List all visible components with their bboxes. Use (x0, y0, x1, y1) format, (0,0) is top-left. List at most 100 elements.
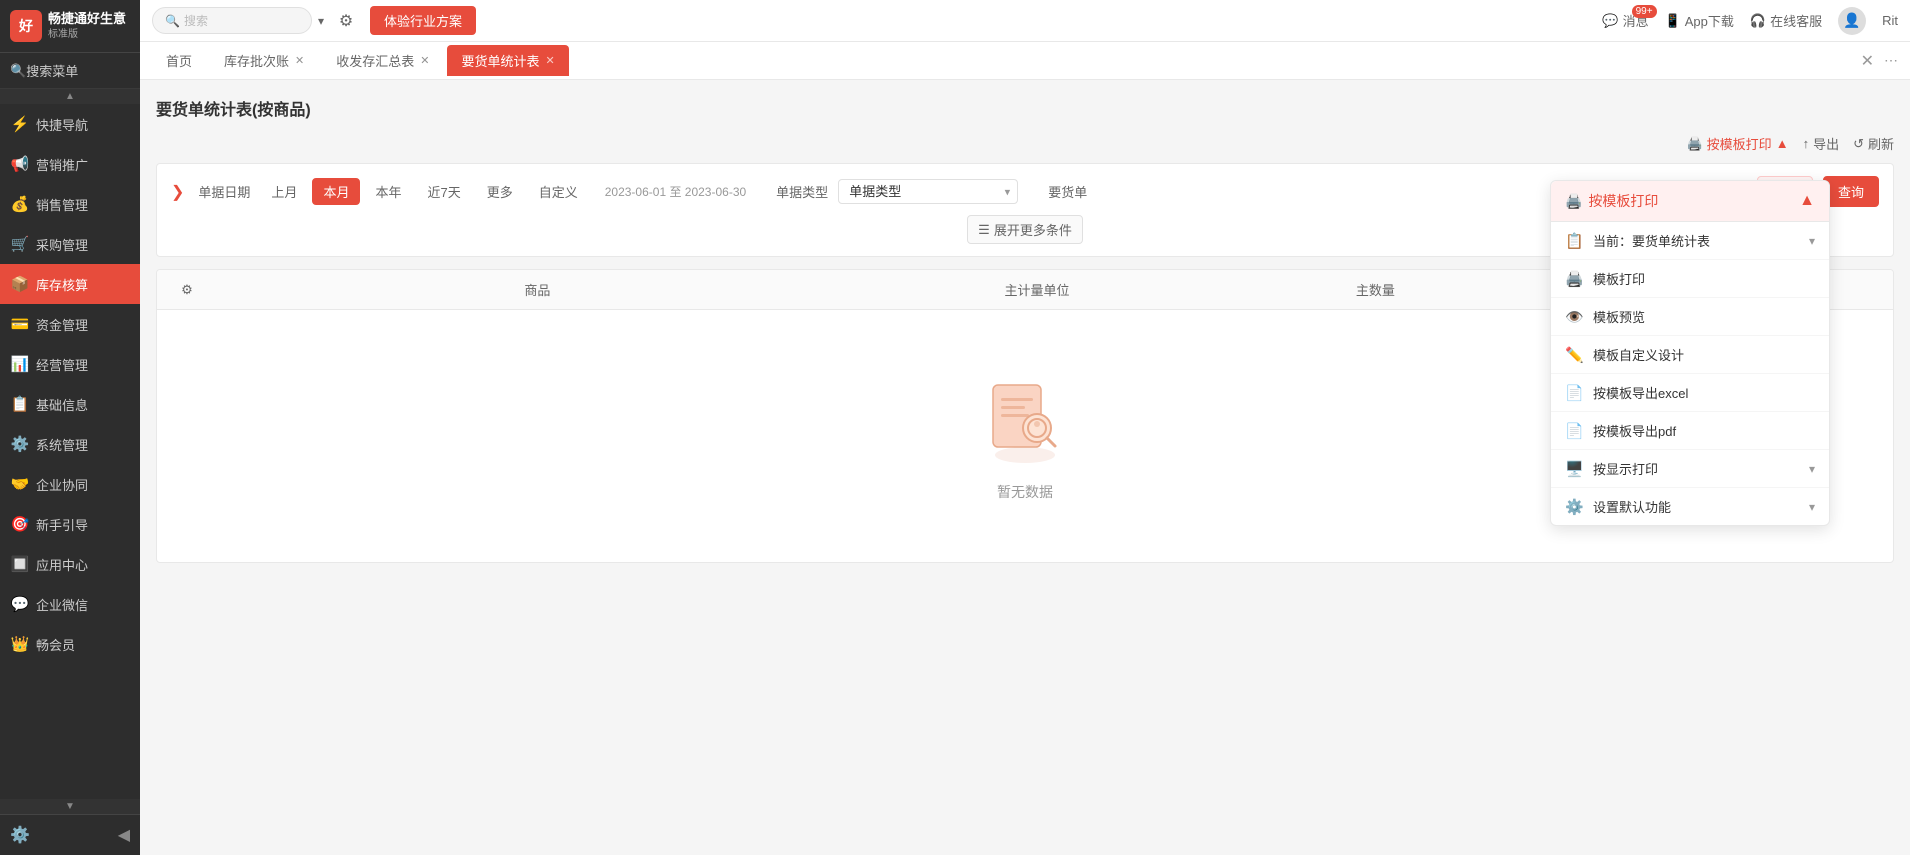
refresh-btn[interactable]: ↺ 刷新 (1853, 134, 1894, 153)
expand-filter-label: 展开更多条件 (994, 220, 1072, 239)
print-item-template-export-pdf[interactable]: 📄 按模板导出pdf (1551, 412, 1829, 450)
export-label: 导出 (1813, 134, 1839, 153)
export-icon: ↑ (1803, 136, 1810, 151)
tabs-expand[interactable]: ⋯ (1884, 52, 1898, 69)
nav-label-sales: 销售管理 (36, 195, 88, 214)
sidebar-item-basic[interactable]: 📋基础信息 (0, 384, 140, 424)
print-item-label-display-print: 按显示打印 (1593, 459, 1658, 478)
topbar-online-service[interactable]: 🎧 在线客服 (1750, 11, 1822, 30)
expand-filter-btn[interactable]: ☰ 展开更多条件 (967, 215, 1083, 244)
sidebar-scroll-up[interactable]: ▲ (0, 89, 140, 104)
sidebar-item-sales[interactable]: 💰销售管理 (0, 184, 140, 224)
print-item-arrow-display-print: ▾ (1809, 462, 1815, 476)
current-item-icon: 📋 (1565, 232, 1583, 250)
tab-inventory-batch[interactable]: 库存批次账 ✕ (210, 45, 318, 76)
col-header-unit: 主计量单位 (868, 270, 1206, 309)
tab-home[interactable]: 首页 (152, 45, 206, 76)
print-item-template-export-excel[interactable]: 📄 按模板导出excel (1551, 374, 1829, 412)
sidebar-item-purchase[interactable]: 🛒采购管理 (0, 224, 140, 264)
type-filter-select[interactable]: 单据类型 要货单 (838, 179, 1018, 204)
topbar-search-icon: 🔍 (165, 14, 180, 28)
sidebar-item-system[interactable]: ⚙️系统管理 (0, 424, 140, 464)
nav-label-wechat: 企业微信 (36, 595, 88, 614)
col-header-checkbox: ⚙ (167, 272, 207, 308)
nav-icon-wechat: 💬 (10, 594, 30, 614)
topbar-search-box[interactable]: 🔍 搜索 (152, 7, 312, 34)
nav-label-quick-nav: 快捷导航 (36, 115, 88, 134)
topbar-avatar[interactable]: 👤 (1838, 7, 1866, 35)
nav-label-purchase: 采购管理 (36, 235, 88, 254)
print-item-template-custom[interactable]: ✏️ 模板自定义设计 (1551, 336, 1829, 374)
topbar-trial-button[interactable]: 体验行业方案 (370, 6, 476, 35)
date-filter-label: 单据日期 (198, 182, 250, 201)
print-item-label-template-export-pdf: 按模板导出pdf (1593, 421, 1676, 440)
topbar-message[interactable]: 💬 消息 99+ (1602, 11, 1648, 30)
print-title-icon: 🖨️ (1565, 193, 1582, 210)
sidebar-item-apps[interactable]: 🔲应用中心 (0, 544, 140, 584)
message-icon: 💬 (1602, 13, 1618, 29)
sidebar-search[interactable]: 🔍 搜索菜单 (0, 53, 140, 89)
query-button[interactable]: 查询 (1823, 176, 1879, 207)
nav-icon-inventory: 📦 (10, 274, 30, 294)
refresh-label: 刷新 (1868, 134, 1894, 153)
print-dropdown-header: 🖨️ 按模板打印 ▲ (1551, 181, 1829, 222)
sidebar-item-marketing[interactable]: 📢营销推广 (0, 144, 140, 184)
date-btn-more[interactable]: 更多 (476, 178, 524, 205)
nav-icon-collab: 🤝 (10, 474, 30, 494)
nav-icon-finance: 💳 (10, 314, 30, 334)
nav-label-inventory: 库存核算 (36, 275, 88, 294)
date-btn-last-7-days[interactable]: 近7天 (416, 178, 471, 205)
topbar: 🔍 搜索 ▾ ⚙ 体验行业方案 💬 消息 99+ 📱 App下载 🎧 在线客服 (140, 0, 1910, 42)
tab-requisition-stats[interactable]: 要货单统计表✕ (447, 45, 568, 76)
tabs-close-all[interactable]: ✕ (1861, 51, 1874, 71)
topbar-username[interactable]: Rit (1882, 13, 1898, 28)
sidebar-settings-icon[interactable]: ⚙️ (10, 825, 30, 845)
search-icon: 🔍 (10, 63, 26, 79)
settings-gear-icon[interactable]: ⚙ (181, 282, 193, 297)
content-top-actions: 🖨️ 按模板打印 ▲ ↑ 导出 ↺ 刷新 (156, 134, 1894, 153)
print-dropdown-close-btn[interactable]: ▲ (1799, 192, 1815, 210)
sidebar-item-inventory[interactable]: 📦 库存核算 (0, 264, 140, 304)
nav-label-guide: 新手引导 (36, 515, 88, 534)
sidebar-collapse-icon[interactable]: ◀ (118, 825, 130, 845)
sidebar-item-quick-nav[interactable]: ⚡快捷导航 (0, 104, 140, 144)
sidebar-item-operation[interactable]: 📊经营管理 (0, 344, 140, 384)
print-item-template-preview[interactable]: 👁️ 模板预览 (1551, 298, 1829, 336)
col-header-qty: 主数量 (1206, 270, 1544, 309)
tab-label-inventory-batch: 库存批次账 (224, 51, 289, 70)
date-btn-current-year[interactable]: 本年 (364, 178, 412, 205)
tab-label-home: 首页 (166, 51, 192, 70)
date-btn-prev-month[interactable]: 上月 (260, 178, 308, 205)
type-filter-label: 单据类型 (776, 182, 828, 201)
sidebar-item-member[interactable]: 👑畅会员 (0, 624, 140, 664)
sidebar: 好 畅捷通好生意 标准版 🔍 搜索菜单 ▲ ⚡快捷导航📢营销推广💰销售管理🛒采购… (0, 0, 140, 855)
tab-close-collection-summary[interactable]: ✕ (420, 54, 429, 67)
main-content: 要货单统计表(按商品) 🖨️ 按模板打印 ▲ ↑ 导出 ↺ 刷新 ❯ 单据日期 (140, 80, 1910, 855)
sidebar-bottom: ⚙️ ◀ (0, 814, 140, 855)
print-item-display-print[interactable]: 🖥️ 按显示打印 ▾ (1551, 450, 1829, 488)
print-item-template-print[interactable]: 🖨️ 模板打印 (1551, 260, 1829, 298)
print-template-btn[interactable]: 🖨️ 按模板打印 ▲ (1686, 134, 1788, 153)
topbar-app-download[interactable]: 📱 App下载 (1665, 11, 1734, 30)
print-item-default-func[interactable]: ⚙️ 设置默认功能 ▾ (1551, 488, 1829, 525)
sidebar-item-wechat[interactable]: 💬 企业微信 (0, 584, 140, 624)
print-dropdown-title: 🖨️ 按模板打印 (1565, 191, 1658, 211)
sidebar-item-collab[interactable]: 🤝企业协同 (0, 464, 140, 504)
export-btn[interactable]: ↑ 导出 (1803, 134, 1840, 153)
nav-label-finance: 资金管理 (36, 315, 88, 334)
sidebar-item-finance[interactable]: 💳 资金管理 (0, 304, 140, 344)
service-label: 在线客服 (1770, 11, 1822, 30)
print-menu-current[interactable]: 📋 当前：要货单统计表 ▾ (1551, 222, 1829, 260)
topbar-settings-icon[interactable]: ⚙ (332, 7, 360, 35)
sidebar-scroll-down[interactable]: ▼ (0, 799, 140, 814)
filter-collapse-icon[interactable]: ❯ (171, 182, 184, 202)
sidebar-item-guide[interactable]: 🎯新手引导 (0, 504, 140, 544)
date-btn-current-month[interactable]: 本月 (312, 178, 360, 205)
tab-collection-summary[interactable]: 收发存汇总表✕ (322, 45, 443, 76)
nav-icon-basic: 📋 (10, 394, 30, 414)
topbar-dropdown[interactable]: ▾ (318, 14, 324, 28)
date-btn-custom[interactable]: 自定义 (528, 178, 589, 205)
tab-close-inventory-batch[interactable]: ✕ (295, 54, 304, 67)
tab-close-requisition-stats[interactable]: ✕ (546, 54, 555, 67)
nav-icon-apps: 🔲 (10, 554, 30, 574)
